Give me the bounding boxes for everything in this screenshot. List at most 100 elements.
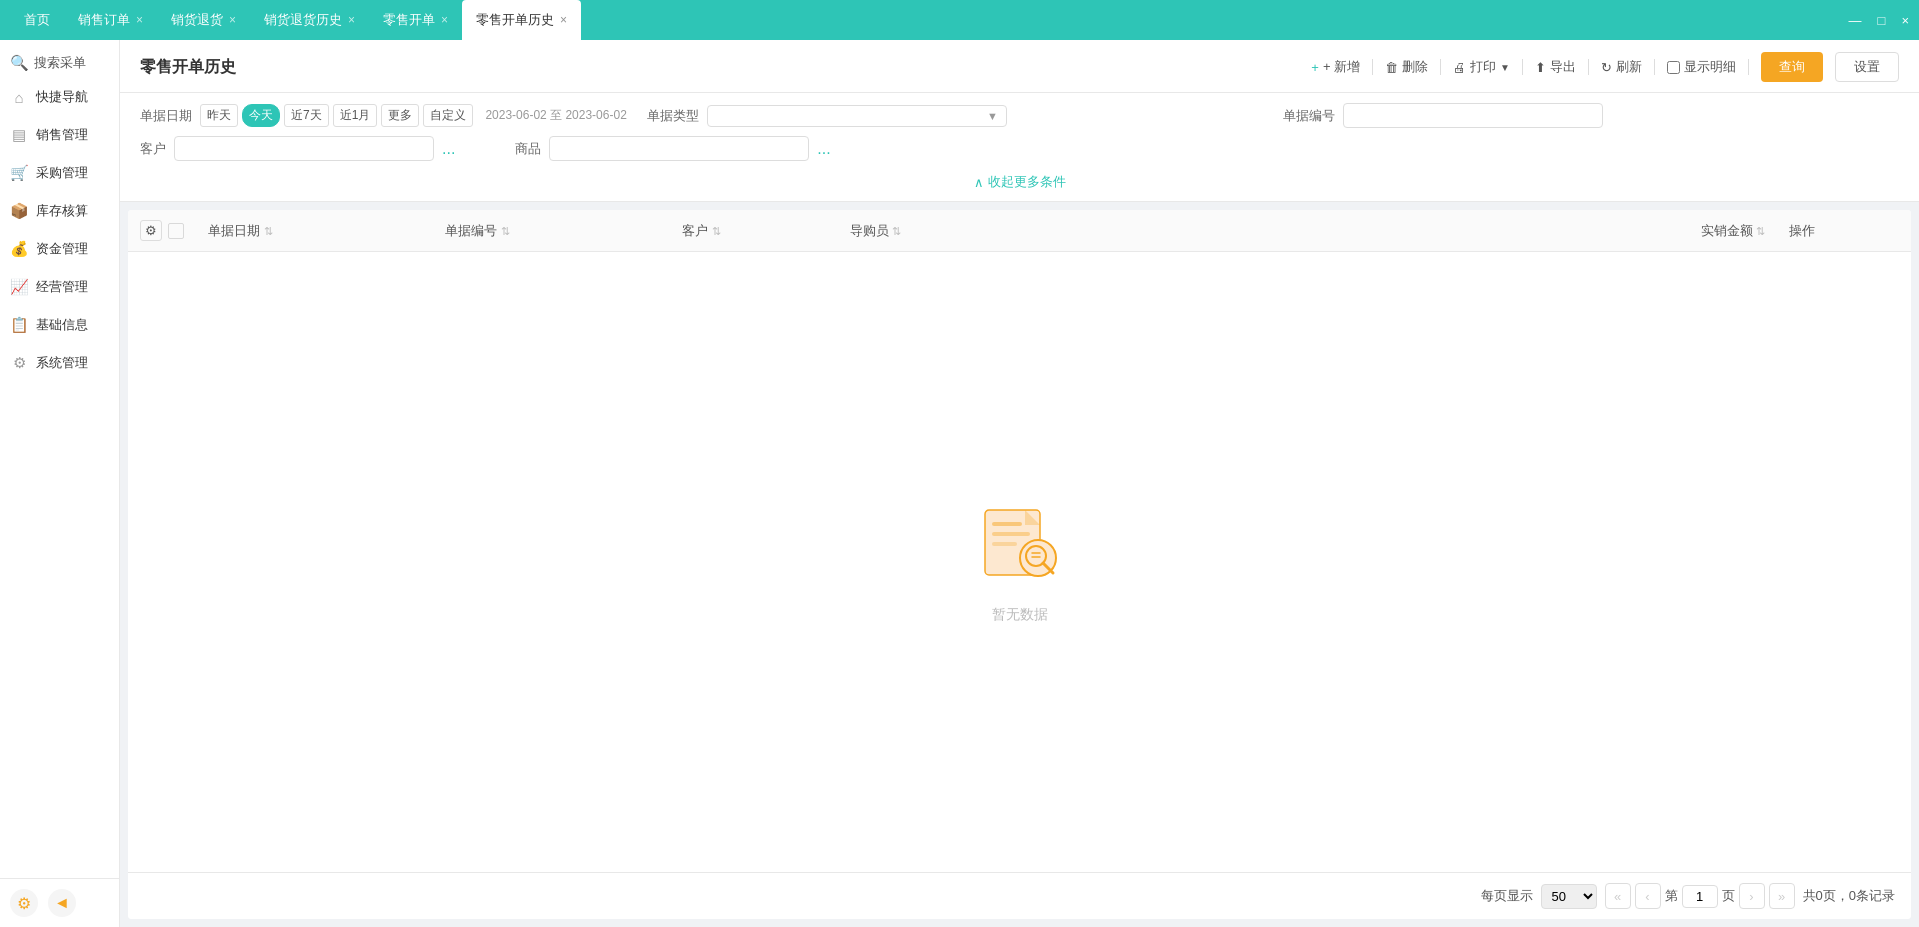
date-filter-label: 单据日期 [140,107,192,125]
sort-date-icon[interactable]: ⇅ [264,225,273,237]
sort-number-icon[interactable]: ⇅ [501,225,510,237]
content-area: 零售开单历史 + + 新增 🗑 删除 🖨 打印 ▼ [120,40,1919,927]
display-detail-checkbox[interactable] [1667,61,1680,74]
customer-input[interactable] [174,136,434,161]
sidebar-item-sales[interactable]: ▤ 销售管理 [0,116,119,154]
page-number-input[interactable] [1682,885,1718,908]
export-button[interactable]: ⬆ 导出 [1535,58,1576,76]
month1-btn[interactable]: 近1月 [333,104,378,127]
print-dropdown-icon: ▼ [1500,62,1510,73]
tab-sales-return-history[interactable]: 销货退货历史 × [250,0,369,40]
th-settings: ⚙ [128,210,196,252]
tab-close-sales-order[interactable]: × [136,13,143,27]
last-page-btn[interactable]: » [1769,883,1795,909]
minimize-btn[interactable]: — [1849,13,1862,28]
tab-retail-order[interactable]: 零售开单 × [369,0,462,40]
goods-input[interactable] [549,136,809,161]
sidebar-item-inventory[interactable]: 📦 库存核算 [0,192,119,230]
print-button[interactable]: 🖨 打印 ▼ [1453,58,1510,76]
print-icon: 🖨 [1453,60,1466,75]
th-action-label: 操作 [1789,223,1815,238]
top-bar: 首页 销售订单 × 销货退货 × 销货退货历史 × 零售开单 × 零售开单历史 … [0,0,1919,40]
table-settings-icon[interactable]: ⚙ [140,220,162,241]
total-info: 共0页，0条记录 [1803,887,1895,905]
sidebar-item-purchase[interactable]: 🛒 采购管理 [0,154,119,192]
tab-close-sales-return[interactable]: × [229,13,236,27]
home-icon: ⌂ [10,88,28,106]
main-layout: 🔍 搜索采单 ⌂ 快捷导航 ▤ 销售管理 🛒 采购管理 📦 库存核算 💰 资金管… [0,40,1919,927]
th-spacer [1040,210,1540,252]
th-customer-label: 客户 [682,223,708,238]
restore-btn[interactable]: □ [1878,13,1886,28]
search-icon: 🔍 [10,54,28,72]
th-customer: 客户 ⇅ [670,210,838,252]
operation-icon: 📈 [10,278,28,296]
divider-4 [1588,59,1589,75]
divider-5 [1654,59,1655,75]
close-btn[interactable]: × [1901,13,1909,28]
next-page-btn[interactable]: › [1739,883,1765,909]
goods-dots-icon[interactable]: ... [817,140,830,158]
sidebar-item-finance[interactable]: 💰 资金管理 [0,230,119,268]
date-buttons: 昨天 今天 近7天 近1月 更多 自定义 [200,104,473,127]
page-size-select[interactable]: 50 100 200 [1541,884,1597,909]
refresh-icon: ↻ [1601,60,1612,75]
collapse-sidebar-icon[interactable]: ◄ [48,889,76,917]
collapse-button[interactable]: ∧ 收起更多条件 [974,173,1066,191]
number-filter-label: 单据编号 [1283,107,1335,125]
customer-filter-label: 客户 [140,140,166,158]
tab-home[interactable]: 首页 [10,0,64,40]
tabs-area: 首页 销售订单 × 销货退货 × 销货退货历史 × 零售开单 × 零售开单历史 … [10,0,581,40]
pagination-bar: 每页显示 50 100 200 « ‹ 第 页 › » 共0页，0条记录 [128,872,1911,919]
collapse-row: ∧ 收起更多条件 [140,169,1899,191]
sort-customer-icon[interactable]: ⇅ [712,225,721,237]
filter-row-1: 单据日期 昨天 今天 近7天 近1月 更多 自定义 2023-06-02 至 2… [140,103,1899,128]
tab-sales-order[interactable]: 销售订单 × [64,0,157,40]
query-button[interactable]: 查询 [1761,52,1823,82]
filter-customer-item: 客户 ... [140,136,455,161]
refresh-button[interactable]: ↻ 刷新 [1601,58,1642,76]
sidebar-item-operation[interactable]: 📈 经营管理 [0,268,119,306]
sidebar: 🔍 搜索采单 ⌂ 快捷导航 ▤ 销售管理 🛒 采购管理 📦 库存核算 💰 资金管… [0,40,120,927]
customer-dots-icon[interactable]: ... [442,140,455,158]
custom-btn[interactable]: 自定义 [423,104,473,127]
filter-number-item: 单据编号 [1283,103,1899,128]
number-input[interactable] [1343,103,1603,128]
yesterday-btn[interactable]: 昨天 [200,104,238,127]
header-actions: + + 新增 🗑 删除 🖨 打印 ▼ ⬆ 导出 [1311,52,1899,82]
filter-goods-item: 商品 ... [515,136,830,161]
date-range-text: 2023-06-02 至 2023-06-02 [485,107,626,124]
sidebar-item-basic[interactable]: 📋 基础信息 [0,306,119,344]
setting-button[interactable]: 设置 [1835,52,1899,82]
system-icon: ⚙ [10,354,28,372]
more-btn[interactable]: 更多 [381,104,419,127]
settings-gear-icon[interactable]: ⚙ [10,889,38,917]
tab-close-sales-return-history[interactable]: × [348,13,355,27]
page-header: 零售开单历史 + + 新增 🗑 删除 🖨 打印 ▼ [120,40,1919,93]
today-btn[interactable]: 今天 [242,104,280,127]
filter-row-2: 客户 ... 商品 ... [140,136,1899,161]
sidebar-item-nav[interactable]: ⌂ 快捷导航 [0,78,119,116]
week7-btn[interactable]: 近7天 [284,104,329,127]
sidebar-search[interactable]: 🔍 搜索采单 [0,48,119,78]
table-select-all-checkbox[interactable] [168,223,184,239]
prev-page-btn[interactable]: ‹ [1635,883,1661,909]
type-select[interactable]: ▼ [707,105,1007,127]
filter-type-item: 单据类型 ▼ [647,105,1263,127]
th-guide-label: 导购员 [850,223,889,238]
delete-button[interactable]: 🗑 删除 [1385,58,1428,76]
tab-retail-history[interactable]: 零售开单历史 × [462,0,581,40]
tab-close-retail-order[interactable]: × [441,13,448,27]
sort-amount-icon[interactable]: ⇅ [1756,225,1765,237]
sort-guide-icon[interactable]: ⇅ [892,225,901,237]
divider-6 [1748,59,1749,75]
empty-text: 暂无数据 [992,606,1048,624]
delete-icon: 🗑 [1385,60,1398,75]
tab-sales-return[interactable]: 销货退货 × [157,0,250,40]
sidebar-item-system[interactable]: ⚙ 系统管理 [0,344,119,382]
first-page-btn[interactable]: « [1605,883,1631,909]
th-amount-label: 实销金额 [1701,223,1753,238]
add-button[interactable]: + + 新增 [1311,58,1360,76]
tab-close-retail-history[interactable]: × [560,13,567,27]
top-bar-right: — □ × [1849,13,1909,28]
